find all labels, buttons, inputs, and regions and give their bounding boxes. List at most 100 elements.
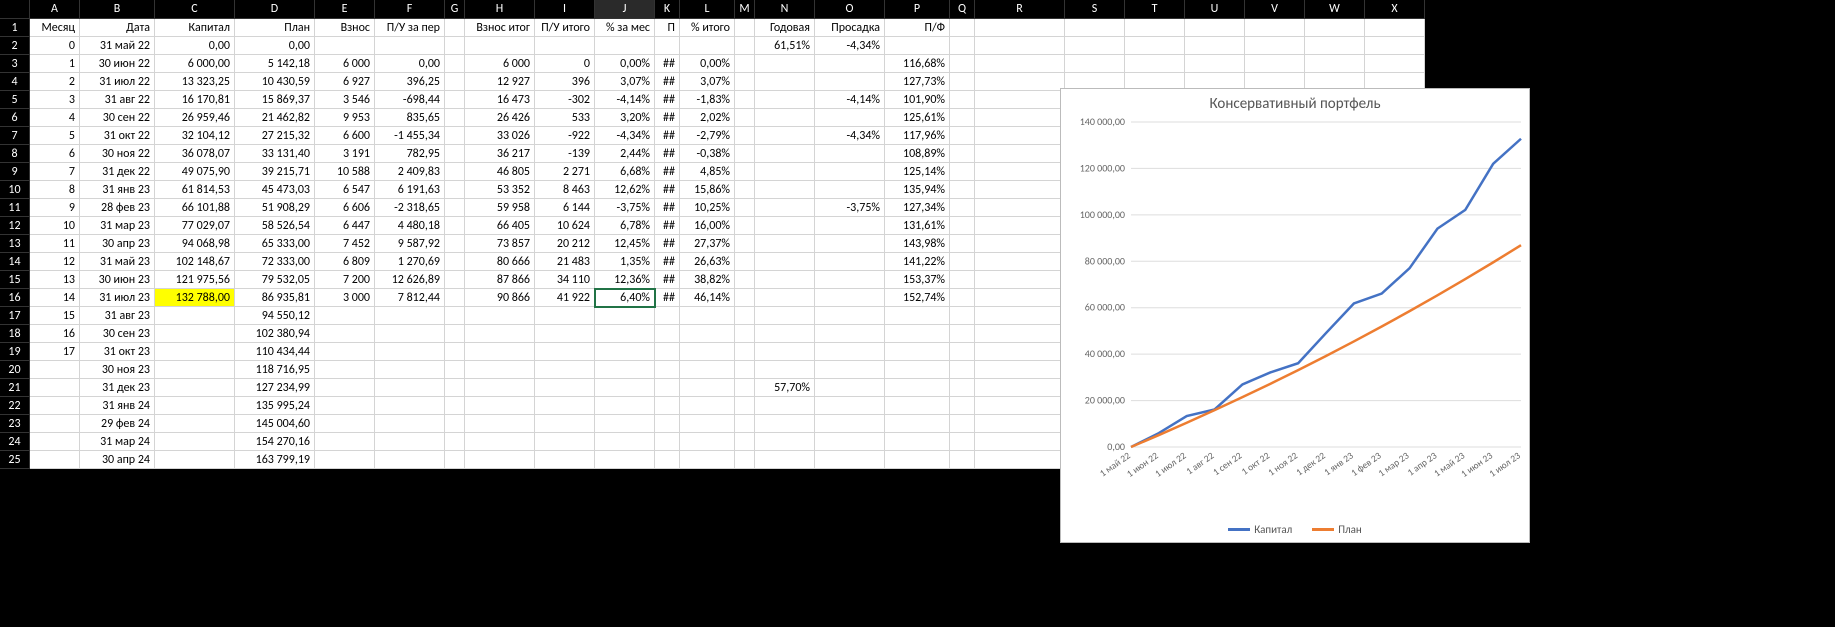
- cell-F7[interactable]: -1 455,34: [375, 127, 445, 145]
- row-header-8[interactable]: 8: [0, 145, 30, 163]
- cell-Q20[interactable]: [950, 361, 975, 379]
- cell-C21[interactable]: [155, 379, 235, 397]
- cell-P25[interactable]: [885, 451, 950, 469]
- cell-A2[interactable]: 0: [30, 37, 80, 55]
- row-header-4[interactable]: 4: [0, 73, 30, 91]
- row-header-18[interactable]: 18: [0, 325, 30, 343]
- cell-E20[interactable]: [315, 361, 375, 379]
- cell-L3[interactable]: 0,00%: [680, 55, 735, 73]
- cell-I23[interactable]: [535, 415, 595, 433]
- cell-E4[interactable]: 6 927: [315, 73, 375, 91]
- cell-K8[interactable]: ##: [655, 145, 680, 163]
- cell-J18[interactable]: [595, 325, 655, 343]
- cell-B19[interactable]: 31 окт 23: [80, 343, 155, 361]
- cell-B6[interactable]: 30 сен 22: [80, 109, 155, 127]
- cell-O24[interactable]: [815, 433, 885, 451]
- cell-K11[interactable]: ##: [655, 199, 680, 217]
- cell-F18[interactable]: [375, 325, 445, 343]
- cell-P21[interactable]: [885, 379, 950, 397]
- cell-P7[interactable]: 117,96%: [885, 127, 950, 145]
- cell-A23[interactable]: [30, 415, 80, 433]
- cell-B22[interactable]: 31 янв 24: [80, 397, 155, 415]
- cell-O15[interactable]: [815, 271, 885, 289]
- cell-G7[interactable]: [445, 127, 465, 145]
- cell-O21[interactable]: [815, 379, 885, 397]
- cell-C17[interactable]: [155, 307, 235, 325]
- cell-D8[interactable]: 33 131,40: [235, 145, 315, 163]
- cell-J19[interactable]: [595, 343, 655, 361]
- cell-M6[interactable]: [735, 109, 755, 127]
- cell-O22[interactable]: [815, 397, 885, 415]
- cell-M3[interactable]: [735, 55, 755, 73]
- cell-P11[interactable]: 127,34%: [885, 199, 950, 217]
- cell-N6[interactable]: [755, 109, 815, 127]
- row-header-2[interactable]: 2: [0, 37, 30, 55]
- cell-K25[interactable]: [655, 451, 680, 469]
- cell-G6[interactable]: [445, 109, 465, 127]
- cell-P4[interactable]: 127,73%: [885, 73, 950, 91]
- cell-Q4[interactable]: [950, 73, 975, 91]
- cell-D14[interactable]: 72 333,00: [235, 253, 315, 271]
- cell-D5[interactable]: 15 869,37: [235, 91, 315, 109]
- cell-M7[interactable]: [735, 127, 755, 145]
- cell-H16[interactable]: 90 866: [465, 289, 535, 307]
- cell-Q19[interactable]: [950, 343, 975, 361]
- cell-E21[interactable]: [315, 379, 375, 397]
- cell-N21[interactable]: 57,70%: [755, 379, 815, 397]
- cell-A19[interactable]: 17: [30, 343, 80, 361]
- cell-H1[interactable]: Взнос итог: [465, 19, 535, 37]
- cell-O16[interactable]: [815, 289, 885, 307]
- cell-H25[interactable]: [465, 451, 535, 469]
- row-header-10[interactable]: 10: [0, 181, 30, 199]
- cell-H23[interactable]: [465, 415, 535, 433]
- cell-X1[interactable]: [1365, 19, 1425, 37]
- cell-J3[interactable]: 0,00%: [595, 55, 655, 73]
- cell-C22[interactable]: [155, 397, 235, 415]
- row-header-3[interactable]: 3: [0, 55, 30, 73]
- col-header-U[interactable]: U: [1185, 0, 1245, 19]
- cell-M25[interactable]: [735, 451, 755, 469]
- cell-C9[interactable]: 49 075,90: [155, 163, 235, 181]
- cell-H2[interactable]: [465, 37, 535, 55]
- cell-G10[interactable]: [445, 181, 465, 199]
- cell-K12[interactable]: ##: [655, 217, 680, 235]
- cell-I1[interactable]: П/У итого: [535, 19, 595, 37]
- cell-H15[interactable]: 87 866: [465, 271, 535, 289]
- cell-I11[interactable]: 6 144: [535, 199, 595, 217]
- cell-P9[interactable]: 125,14%: [885, 163, 950, 181]
- cell-R5[interactable]: [975, 91, 1065, 109]
- cell-M21[interactable]: [735, 379, 755, 397]
- col-header-H[interactable]: H: [465, 0, 535, 19]
- cell-D17[interactable]: 94 550,12: [235, 307, 315, 325]
- row-header-24[interactable]: 24: [0, 433, 30, 451]
- cell-R6[interactable]: [975, 109, 1065, 127]
- cell-K1[interactable]: П: [655, 19, 680, 37]
- select-all-corner[interactable]: [0, 0, 30, 19]
- cell-I7[interactable]: -922: [535, 127, 595, 145]
- cell-O25[interactable]: [815, 451, 885, 469]
- row-header-21[interactable]: 21: [0, 379, 30, 397]
- cell-Q21[interactable]: [950, 379, 975, 397]
- cell-E12[interactable]: 6 447: [315, 217, 375, 235]
- row-header-23[interactable]: 23: [0, 415, 30, 433]
- cell-R25[interactable]: [975, 451, 1065, 469]
- cell-O8[interactable]: [815, 145, 885, 163]
- cell-B7[interactable]: 31 окт 22: [80, 127, 155, 145]
- col-header-L[interactable]: L: [680, 0, 735, 19]
- cell-G8[interactable]: [445, 145, 465, 163]
- cell-L19[interactable]: [680, 343, 735, 361]
- cell-G2[interactable]: [445, 37, 465, 55]
- cell-D1[interactable]: План: [235, 19, 315, 37]
- cell-C3[interactable]: 6 000,00: [155, 55, 235, 73]
- cell-G25[interactable]: [445, 451, 465, 469]
- cell-C7[interactable]: 32 104,12: [155, 127, 235, 145]
- cell-W1[interactable]: [1305, 19, 1365, 37]
- cell-Q10[interactable]: [950, 181, 975, 199]
- cell-O12[interactable]: [815, 217, 885, 235]
- cell-R7[interactable]: [975, 127, 1065, 145]
- cell-U1[interactable]: [1185, 19, 1245, 37]
- col-header-O[interactable]: O: [815, 0, 885, 19]
- cell-M20[interactable]: [735, 361, 755, 379]
- cell-R3[interactable]: [975, 55, 1065, 73]
- cell-R1[interactable]: [975, 19, 1065, 37]
